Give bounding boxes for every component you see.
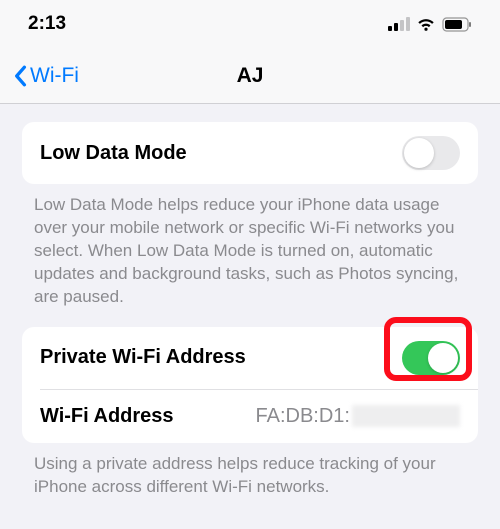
section-footer-low-data: Low Data Mode helps reduce your iPhone d… <box>0 184 500 327</box>
wifi-address-value: FA:DB:D1: <box>256 405 460 428</box>
toggle-knob <box>404 138 434 168</box>
row-low-data-mode[interactable]: Low Data Mode <box>22 122 478 184</box>
row-label: Private Wi-Fi Address <box>40 346 246 369</box>
toggle-knob <box>428 343 458 373</box>
row-wifi-address: Wi-Fi Address FA:DB:D1: <box>40 389 478 443</box>
back-label: Wi-Fi <box>30 64 79 88</box>
low-data-mode-toggle[interactable] <box>402 136 460 170</box>
cellular-signal-icon <box>388 17 410 31</box>
back-button[interactable]: Wi-Fi <box>12 64 79 88</box>
redacted-address <box>352 405 460 427</box>
page-title: AJ <box>237 64 264 88</box>
status-bar: 2:13 <box>0 0 500 48</box>
row-label: Low Data Mode <box>40 142 187 165</box>
status-time: 2:13 <box>28 13 66 35</box>
private-wifi-address-toggle[interactable] <box>402 341 460 375</box>
status-icons <box>388 17 472 32</box>
content: Low Data Mode Low Data Mode helps reduce… <box>0 104 500 517</box>
nav-bar: Wi-Fi AJ <box>0 48 500 104</box>
section-low-data-mode: Low Data Mode <box>22 122 478 184</box>
chevron-left-icon <box>12 65 28 87</box>
row-private-wifi-address[interactable]: Private Wi-Fi Address <box>22 327 478 389</box>
wifi-icon <box>416 17 436 32</box>
battery-icon <box>442 17 472 32</box>
row-label: Wi-Fi Address <box>40 405 174 428</box>
section-private-address: Private Wi-Fi Address Wi-Fi Address FA:D… <box>22 327 478 443</box>
section-footer-private-address: Using a private address helps reduce tra… <box>0 443 500 517</box>
